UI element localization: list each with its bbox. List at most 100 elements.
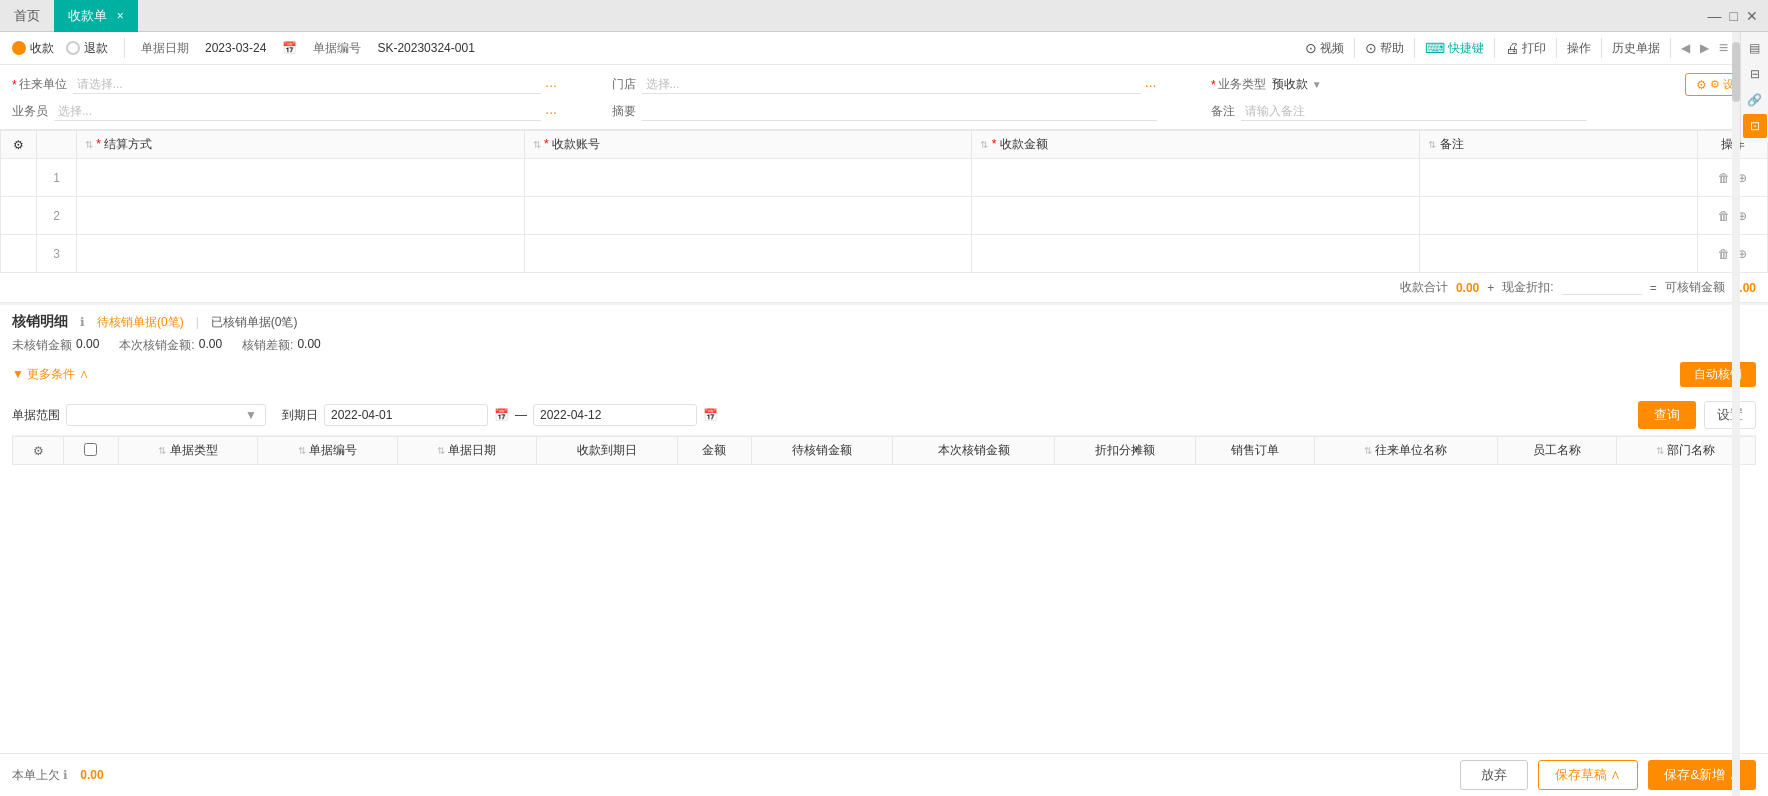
- sidebar-expand-icon[interactable]: ⊡: [1743, 114, 1767, 138]
- table-cell-note-3[interactable]: [1420, 235, 1698, 273]
- receipt-table-section: ⚙ ⇅ * 结算方式 ⇅ * 收款账号 ⇅ *: [0, 130, 1768, 303]
- table-col-account: ⇅ * 收款账号: [524, 131, 972, 159]
- scroll-thumb[interactable]: [1732, 42, 1740, 102]
- note-input[interactable]: [1241, 102, 1587, 121]
- table-cell-account-3[interactable]: [524, 235, 972, 273]
- window-min-icon[interactable]: —: [1708, 8, 1722, 24]
- verify-settings-button[interactable]: 设置: [1704, 401, 1756, 429]
- list-view-icon[interactable]: ≡: [1719, 39, 1728, 57]
- bottom-actions: 放弃 保存草稿 ∧ 保存&新增 ∧: [1460, 760, 1756, 790]
- window-close-icon[interactable]: ✕: [1746, 8, 1758, 24]
- stat-diff: 核销差额: 0.00: [242, 337, 321, 354]
- verify-table-settings-icon[interactable]: ⚙: [33, 444, 44, 458]
- delete-row-2-icon[interactable]: 🗑: [1718, 209, 1730, 223]
- radio-receipt-circle: [12, 41, 26, 55]
- counterpart-field: * 往来单位 ···: [12, 75, 557, 94]
- range-dropdown-icon: ▼: [245, 408, 257, 422]
- unchecked-value: 0.00: [76, 337, 99, 354]
- help-btn[interactable]: ⊙ 帮助: [1365, 40, 1404, 57]
- abandon-button[interactable]: 放弃: [1460, 760, 1528, 790]
- sidebar-link-icon[interactable]: 🔗: [1743, 88, 1767, 112]
- print-btn[interactable]: 🖨 打印: [1505, 40, 1546, 57]
- col-settlement-label: *: [96, 137, 101, 151]
- salesman-input[interactable]: [54, 102, 541, 121]
- scroll-indicator: [1732, 32, 1740, 796]
- more-conditions-btn[interactable]: ▼ 更多条件 ∧: [12, 366, 89, 383]
- verify-stats: 未核销金额 0.00 本次核销金额: 0.00 核销差额: 0.00: [12, 337, 1756, 354]
- tab-home[interactable]: 首页: [0, 0, 54, 32]
- table-col-settings: ⚙: [1, 131, 37, 159]
- table-cell-settlement-2[interactable]: [77, 197, 525, 235]
- date-range: 📅 — 📅: [324, 404, 718, 426]
- counterpart-input[interactable]: [73, 75, 542, 94]
- verify-col-type: ⇅ 单据类型: [118, 437, 257, 465]
- date-range-field: 到期日 📅 — 📅: [282, 404, 718, 426]
- table-cell-account-1[interactable]: [524, 159, 972, 197]
- verify-col-date: ⇅ 单据日期: [397, 437, 536, 465]
- order-info-icon[interactable]: ℹ: [63, 768, 68, 782]
- tab-close-icon[interactable]: ×: [117, 9, 124, 23]
- radio-refund-circle: [66, 41, 80, 55]
- date-from-cal-icon[interactable]: 📅: [494, 408, 509, 422]
- delete-row-1-icon[interactable]: 🗑: [1718, 171, 1730, 185]
- business-type-select[interactable]: 预收款 ▼: [1272, 76, 1322, 93]
- summary-input[interactable]: [642, 102, 1157, 121]
- verify-info-icon[interactable]: ℹ: [80, 315, 85, 329]
- discount-input[interactable]: [1562, 280, 1642, 295]
- tab-bar-actions: — □ ✕: [1708, 8, 1768, 24]
- delete-row-3-icon[interactable]: 🗑: [1718, 247, 1730, 261]
- radio-refund-label: 退款: [84, 40, 108, 57]
- salesman-more-icon[interactable]: ···: [545, 104, 557, 120]
- table-cell-settlement-3[interactable]: [77, 235, 525, 273]
- table-cell-idx-3: 3: [37, 235, 77, 273]
- summary-field: 摘要: [612, 102, 1157, 121]
- radio-refund[interactable]: 退款: [66, 40, 108, 57]
- save-draft-button[interactable]: 保存草稿 ∧: [1538, 760, 1639, 790]
- radio-receipt[interactable]: 收款: [12, 40, 54, 57]
- order-label: 本单上欠 ℹ: [12, 767, 68, 784]
- video-btn[interactable]: ⊙ 视频: [1305, 40, 1344, 57]
- date-to-cal-icon[interactable]: 📅: [703, 408, 718, 422]
- store-input[interactable]: [642, 75, 1141, 94]
- tab-receipt[interactable]: 收款单 ×: [54, 0, 138, 32]
- verify-col-current: 本次核销金额: [892, 437, 1054, 465]
- table-row: 2 🗑 ⊕: [1, 197, 1768, 235]
- table-col-note: ⇅ 备注: [1420, 131, 1698, 159]
- date-to-input[interactable]: [533, 404, 697, 426]
- salesman-field: 业务员 ···: [12, 102, 557, 121]
- date-from-input[interactable]: [324, 404, 488, 426]
- select-all-checkbox[interactable]: [84, 443, 97, 456]
- store-more-icon[interactable]: ···: [1145, 77, 1157, 93]
- shortcut-btn[interactable]: ⌨ 快捷键: [1425, 40, 1484, 57]
- tab-done[interactable]: 已核销单据(0笔): [211, 314, 298, 331]
- sidebar-minus-icon[interactable]: ⊟: [1743, 62, 1767, 86]
- query-button[interactable]: 查询: [1638, 401, 1696, 429]
- table-settings-icon[interactable]: ⚙: [13, 138, 24, 152]
- nav-next-icon[interactable]: ▶: [1700, 41, 1709, 55]
- verify-header: 核销明细 ℹ 待核销单据(0笔) | 已核销单据(0笔): [12, 313, 1756, 331]
- window-max-icon[interactable]: □: [1730, 8, 1738, 24]
- receipt-type-radio: 收款 退款: [12, 40, 108, 57]
- verify-table: ⚙ ⇅ 单据类型 ⇅ 单据编号 ⇅ 单据日期: [12, 436, 1756, 465]
- table-cell-amount-3[interactable]: [972, 235, 1420, 273]
- operation-btn[interactable]: 操作: [1567, 40, 1591, 57]
- table-cell-settlement-1[interactable]: [77, 159, 525, 197]
- range-select[interactable]: ▼: [66, 404, 266, 426]
- store-label: 门店: [612, 76, 636, 93]
- table-cell-account-2[interactable]: [524, 197, 972, 235]
- auto-verify-btn[interactable]: 自动核销: [1680, 362, 1756, 387]
- gear-settings-icon: ⚙: [1696, 78, 1707, 92]
- diff-label: 核销差额:: [242, 337, 293, 354]
- nav-prev-icon[interactable]: ◀: [1681, 41, 1690, 55]
- counterpart-more-icon[interactable]: ···: [545, 77, 557, 93]
- verify-col-settings: ⚙: [13, 437, 64, 465]
- table-cell-note-2[interactable]: [1420, 197, 1698, 235]
- table-cell-amount-1[interactable]: [972, 159, 1420, 197]
- sidebar-table-icon[interactable]: ▤: [1743, 36, 1767, 60]
- tab-pending[interactable]: 待核销单据(0笔): [97, 314, 184, 331]
- table-cell-amount-2[interactable]: [972, 197, 1420, 235]
- history-btn[interactable]: 历史单据: [1612, 40, 1660, 57]
- verify-col-pending: 待核销金额: [752, 437, 893, 465]
- table-cell-note-1[interactable]: [1420, 159, 1698, 197]
- calendar-icon[interactable]: 📅: [282, 41, 297, 55]
